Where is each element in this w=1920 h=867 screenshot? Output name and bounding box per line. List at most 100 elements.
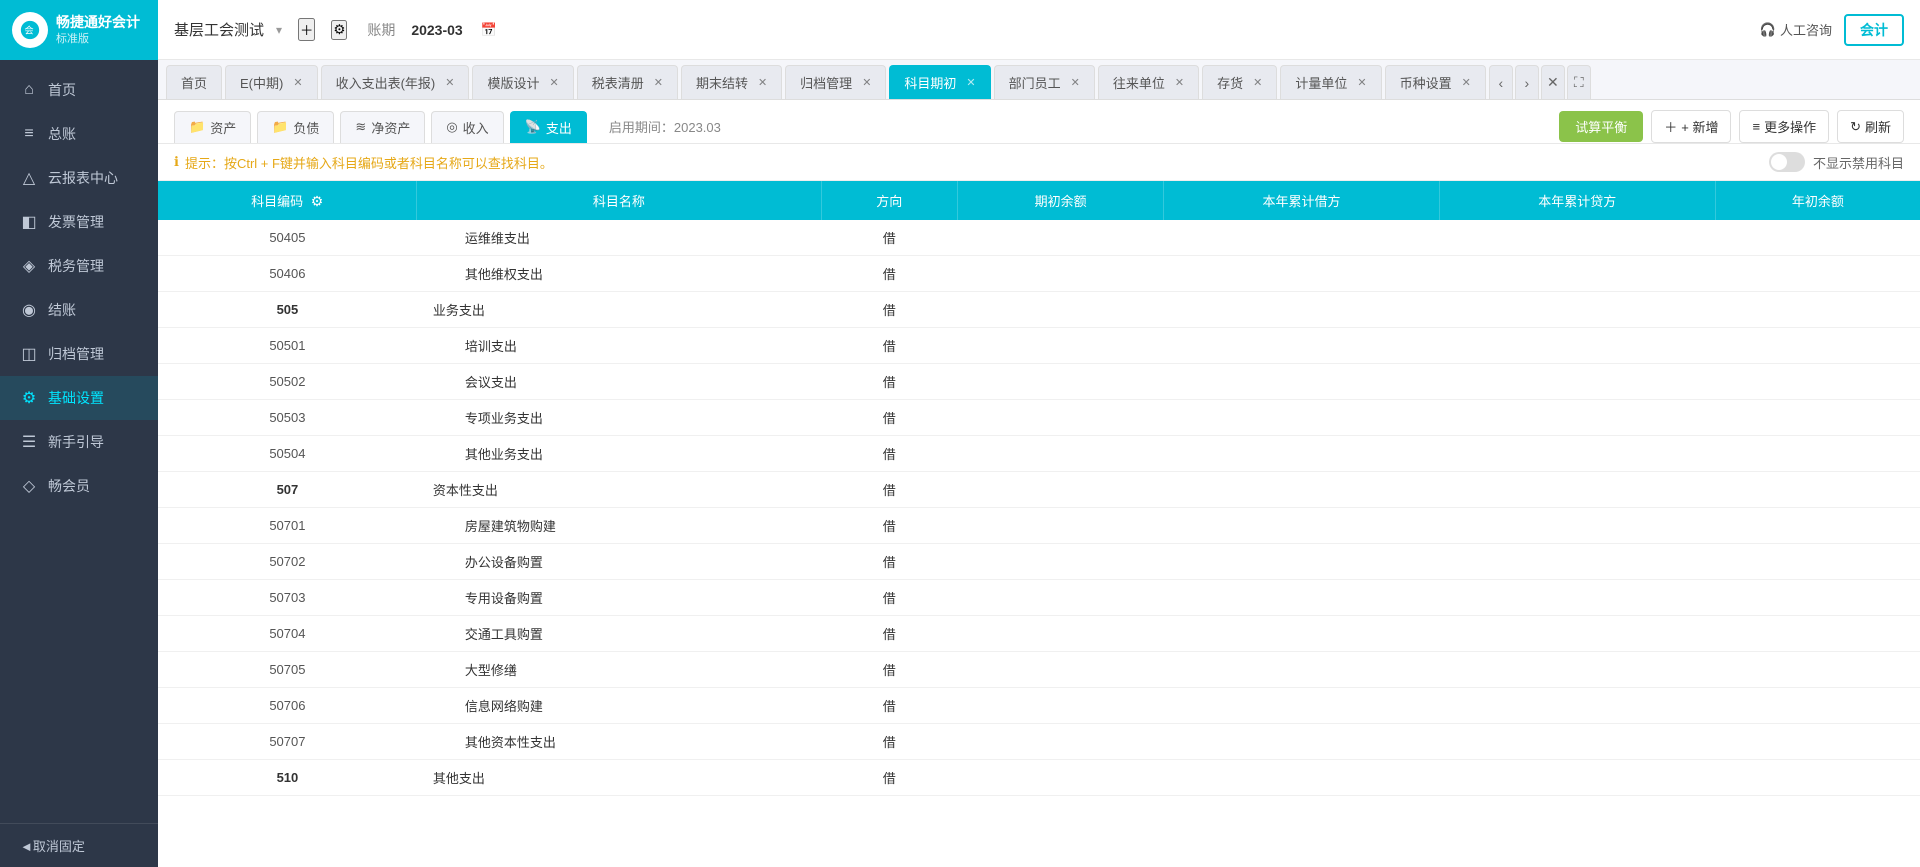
subtab-asset[interactable]: 📁 资产: [174, 111, 251, 143]
tab-income-annual[interactable]: 收入支出表(年报) ✕: [321, 65, 470, 99]
tab-close-icon[interactable]: ✕: [549, 76, 558, 89]
tab-dept[interactable]: 部门员工 ✕: [994, 65, 1095, 99]
sidebar-item-vip[interactable]: ◇ 畅会员: [0, 464, 158, 508]
tab-subject-init[interactable]: 科目期初 ✕: [889, 65, 990, 99]
table-row[interactable]: 50504其他业务支出借: [158, 436, 1920, 472]
settings-icon: ⚙: [20, 388, 38, 408]
sidebar-bottom-label: ◄取消固定: [20, 836, 85, 855]
cell-ytd-debit: [1164, 472, 1440, 508]
tab-period[interactable]: E(中期) ✕: [225, 65, 318, 99]
cell-year-init: [1715, 292, 1920, 328]
account-btn[interactable]: 会计: [1844, 14, 1904, 46]
add-project-btn[interactable]: ＋: [298, 18, 315, 41]
sidebar-item-tax[interactable]: ◈ 税务管理: [0, 244, 158, 288]
table-row[interactable]: 50704交通工具购置借: [158, 616, 1920, 652]
table-row[interactable]: 50502会议支出借: [158, 364, 1920, 400]
subtab-net-asset[interactable]: ≋ 净资产: [340, 111, 425, 143]
tab-close-icon[interactable]: ✕: [1175, 76, 1184, 89]
tab-measure[interactable]: 计量单位 ✕: [1280, 65, 1381, 99]
tab-close-icon[interactable]: ✕: [654, 76, 663, 89]
tab-template[interactable]: 模版设计 ✕: [472, 65, 573, 99]
table-row[interactable]: 510其他支出借: [158, 760, 1920, 796]
table-row[interactable]: 50707其他资本性支出借: [158, 724, 1920, 760]
sidebar-item-home[interactable]: ⌂ 首页: [0, 68, 158, 112]
toggle-container[interactable]: 不显示禁用科目: [1769, 152, 1904, 172]
table-row[interactable]: 50405运维维支出借: [158, 220, 1920, 256]
support-btn[interactable]: 🎧 人工咨询: [1760, 20, 1832, 39]
cell-year-init: [1715, 724, 1920, 760]
table-row[interactable]: 50701房屋建筑物购建借: [158, 508, 1920, 544]
subtab-expense[interactable]: 📡 支出: [510, 111, 587, 143]
tab-prev-btn[interactable]: ‹: [1489, 65, 1513, 99]
table-row[interactable]: 50703专用设备购置借: [158, 580, 1920, 616]
sidebar-item-settle[interactable]: ◉ 结账: [0, 288, 158, 332]
cell-ytd-debit: [1164, 616, 1440, 652]
cell-name: 其他支出: [417, 760, 821, 796]
tab-close-icon[interactable]: ✕: [293, 76, 302, 89]
sidebar-item-label: 首页: [48, 80, 76, 100]
tab-home[interactable]: 首页: [166, 65, 222, 99]
tab-close-icon[interactable]: ✕: [966, 76, 975, 89]
more-btn[interactable]: ≡ 更多操作: [1739, 110, 1829, 143]
subtab-liability[interactable]: 📁 负债: [257, 111, 334, 143]
table-row[interactable]: 50705大型修缮借: [158, 652, 1920, 688]
tab-close-icon[interactable]: ✕: [862, 76, 871, 89]
table-row[interactable]: 50501培训支出借: [158, 328, 1920, 364]
table-row[interactable]: 505业务支出借: [158, 292, 1920, 328]
tab-label: 税表清册: [592, 73, 644, 92]
tab-close-icon[interactable]: ✕: [1071, 76, 1080, 89]
tab-stock[interactable]: 存货 ✕: [1202, 65, 1277, 99]
settings-btn[interactable]: ⚙: [331, 20, 347, 40]
sidebar-item-settings[interactable]: ⚙ 基础设置: [0, 376, 158, 420]
sidebar-item-invoice[interactable]: ◧ 发票管理: [0, 200, 158, 244]
balance-btn[interactable]: 试算平衡: [1559, 111, 1643, 142]
cell-ytd-debit: [1164, 688, 1440, 724]
col-dir: 方向: [821, 181, 958, 220]
refresh-btn-label: 刷新: [1865, 117, 1891, 136]
tab-archive[interactable]: 归档管理 ✕: [785, 65, 886, 99]
tab-close-icon[interactable]: ✕: [1357, 76, 1366, 89]
sidebar-item-reports[interactable]: △ 云报表中心: [0, 156, 158, 200]
dropdown-icon[interactable]: ▾: [276, 23, 282, 37]
tab-close-icon[interactable]: ✕: [758, 76, 767, 89]
sidebar-item-guide[interactable]: ☰ 新手引导: [0, 420, 158, 464]
logo-sub: 标准版: [56, 30, 140, 46]
tab-period-end[interactable]: 期末结转 ✕: [681, 65, 782, 99]
sidebar-collapse-btn[interactable]: ◄取消固定: [0, 823, 158, 867]
toggle-switch[interactable]: [1769, 152, 1805, 172]
table-row[interactable]: 50706信息网络购建借: [158, 688, 1920, 724]
tab-close-icon[interactable]: ✕: [1462, 76, 1471, 89]
cell-dir: 借: [821, 436, 958, 472]
table-row[interactable]: 50503专项业务支出借: [158, 400, 1920, 436]
table-row[interactable]: 50406其他维权支出借: [158, 256, 1920, 292]
calendar-icon[interactable]: 📅: [481, 22, 497, 38]
refresh-btn[interactable]: ↻ 刷新: [1837, 110, 1904, 143]
table-row[interactable]: 507资本性支出借: [158, 472, 1920, 508]
tab-unit[interactable]: 往来单位 ✕: [1098, 65, 1199, 99]
tab-close-all-btn[interactable]: ✕: [1541, 65, 1565, 99]
table-row[interactable]: 50702办公设备购置借: [158, 544, 1920, 580]
tab-close-icon[interactable]: ✕: [445, 76, 454, 89]
tab-close-icon[interactable]: ✕: [1253, 76, 1262, 89]
cell-init-balance: [958, 256, 1164, 292]
col-settings-icon[interactable]: ⚙: [311, 193, 324, 209]
sidebar-item-ledger[interactable]: ≡ 总账: [0, 112, 158, 156]
project-name: 基层工会测试: [174, 19, 264, 40]
subtab-income[interactable]: ◎ 收入: [431, 111, 503, 143]
sidebar-item-archive[interactable]: ◫ 归档管理: [0, 332, 158, 376]
add-btn[interactable]: ＋ + 新增: [1651, 110, 1731, 143]
cell-code: 50501: [158, 328, 417, 364]
tab-label: 收入支出表(年报): [336, 73, 436, 92]
subtabs: 📁 资产 📁 负债 ≋ 净资产 ◎ 收入 📡 支出 启用期间：2023.03 试…: [158, 100, 1920, 144]
cell-year-init: [1715, 364, 1920, 400]
cell-year-init: [1715, 688, 1920, 724]
cell-dir: 借: [821, 616, 958, 652]
settle-icon: ◉: [20, 300, 38, 320]
topbar: 基层工会测试 ▾ ＋ ⚙ 账期 2023-03 📅 🎧 人工咨询 会计: [158, 0, 1920, 60]
cell-dir: 借: [821, 760, 958, 796]
tab-next-btn[interactable]: ›: [1515, 65, 1539, 99]
tab-tax[interactable]: 税表清册 ✕: [577, 65, 678, 99]
subtab-label: 资产: [210, 118, 236, 137]
tab-currency[interactable]: 币种设置 ✕: [1385, 65, 1486, 99]
tab-expand-btn[interactable]: ⛶: [1567, 65, 1591, 99]
